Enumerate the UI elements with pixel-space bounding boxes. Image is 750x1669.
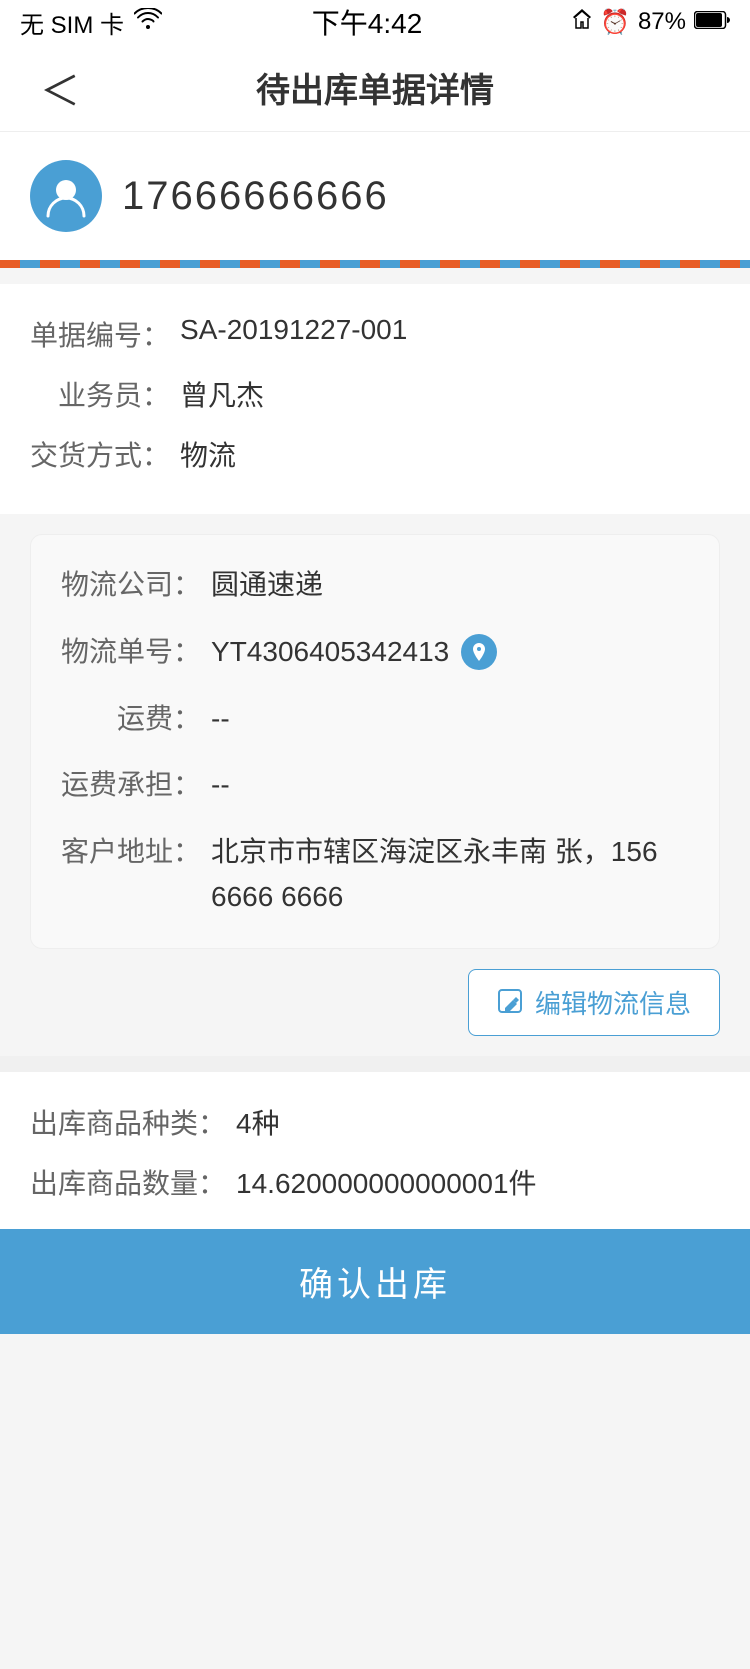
- page-title: 待出库单据详情: [256, 63, 494, 112]
- logistics-tracking-row: 物流单号： YT43064053424​13: [61, 630, 689, 675]
- logistics-card: 物流公司： 圆通速递 物流单号： YT43064053424​13 运费： --…: [30, 534, 720, 949]
- logistics-freight-bearer-label: 运费承担：: [61, 763, 201, 803]
- goods-quantity-label: 出库商品数量：: [30, 1162, 226, 1202]
- goods-types-row: 出库商品种类： 4种: [30, 1102, 720, 1142]
- main-content: 17666666666 单据编号： SA-20191227-001 业务员： 曾…: [0, 132, 750, 1669]
- salesman-value: 曾凡杰: [180, 374, 720, 414]
- logistics-company-value: 圆通速递: [211, 563, 689, 608]
- logistics-address-row: 客户地址： 北京市市辖区海淀区永丰南 张，156 6666 6666: [61, 830, 689, 920]
- status-left: 无 SIM 卡: [20, 5, 162, 40]
- logistics-tracking-label: 物流单号：: [61, 630, 201, 670]
- logistics-freight-value: --: [211, 697, 689, 742]
- status-bar: 无 SIM 卡 下午4:42 ⏰ 87%: [0, 0, 750, 44]
- alarm-icon: ⏰: [600, 8, 630, 37]
- status-time: 下午4:42: [312, 2, 423, 42]
- logistics-address-label: 客户地址：: [61, 830, 201, 870]
- status-right: ⏰ 87%: [572, 8, 730, 37]
- goods-types-label: 出库商品种类：: [30, 1102, 226, 1142]
- edit-icon: [497, 988, 525, 1016]
- customer-section: 17666666666: [0, 132, 750, 260]
- logistics-company-row: 物流公司： 圆通速递: [61, 563, 689, 608]
- nav-bar: ＜ 待出库单据详情: [0, 44, 750, 132]
- location-service-icon: [572, 8, 592, 37]
- logistics-tracking-value: YT43064053424​13: [211, 630, 689, 675]
- logistics-address-value: 北京市市辖区海淀区永丰南 张，156 6666 6666: [211, 830, 689, 920]
- goods-types-value: 4种: [236, 1102, 280, 1142]
- order-no-label: 单据编号：: [30, 314, 170, 354]
- logistics-freight-bearer-value: --: [211, 763, 689, 808]
- goods-quantity-row: 出库商品数量： 14.620000000000001件: [30, 1162, 720, 1202]
- battery-icon: [694, 8, 730, 36]
- confirm-btn-wrap: 确认出库: [0, 1229, 750, 1334]
- logistics-freight-row: 运费： --: [61, 697, 689, 742]
- customer-phone: 17666666666: [122, 174, 389, 219]
- dashed-divider: [0, 260, 750, 268]
- edit-logistics-button[interactable]: 编辑物流信息: [468, 969, 720, 1036]
- section-divider: [0, 1056, 750, 1072]
- delivery-value: 物流: [180, 434, 720, 474]
- confirm-outbound-button[interactable]: 确认出库: [30, 1257, 720, 1306]
- delivery-label: 交货方式：: [30, 434, 170, 474]
- battery-text: 87%: [638, 8, 686, 36]
- logistics-company-label: 物流公司：: [61, 563, 201, 603]
- back-button[interactable]: ＜: [30, 49, 90, 127]
- goods-section: 出库商品种类： 4种 出库商品数量： 14.620000000000001件: [0, 1072, 750, 1242]
- carrier-text: 无 SIM 卡: [20, 5, 124, 40]
- delivery-row: 交货方式： 物流: [30, 434, 720, 474]
- edit-btn-wrap: 编辑物流信息: [0, 969, 750, 1056]
- avatar: [30, 160, 102, 232]
- salesman-label: 业务员：: [30, 374, 170, 414]
- empty-area: [0, 1349, 750, 1549]
- track-location-icon[interactable]: [461, 634, 497, 670]
- basic-info-section: 单据编号： SA-20191227-001 业务员： 曾凡杰 交货方式： 物流: [0, 284, 750, 514]
- wifi-icon: [134, 8, 162, 37]
- salesman-row: 业务员： 曾凡杰: [30, 374, 720, 414]
- order-no-row: 单据编号： SA-20191227-001: [30, 314, 720, 354]
- logistics-freight-bearer-row: 运费承担： --: [61, 763, 689, 808]
- goods-quantity-value: 14.620000000000001件: [236, 1162, 537, 1202]
- order-no-value: SA-20191227-001: [180, 314, 720, 346]
- logistics-freight-label: 运费：: [61, 697, 201, 737]
